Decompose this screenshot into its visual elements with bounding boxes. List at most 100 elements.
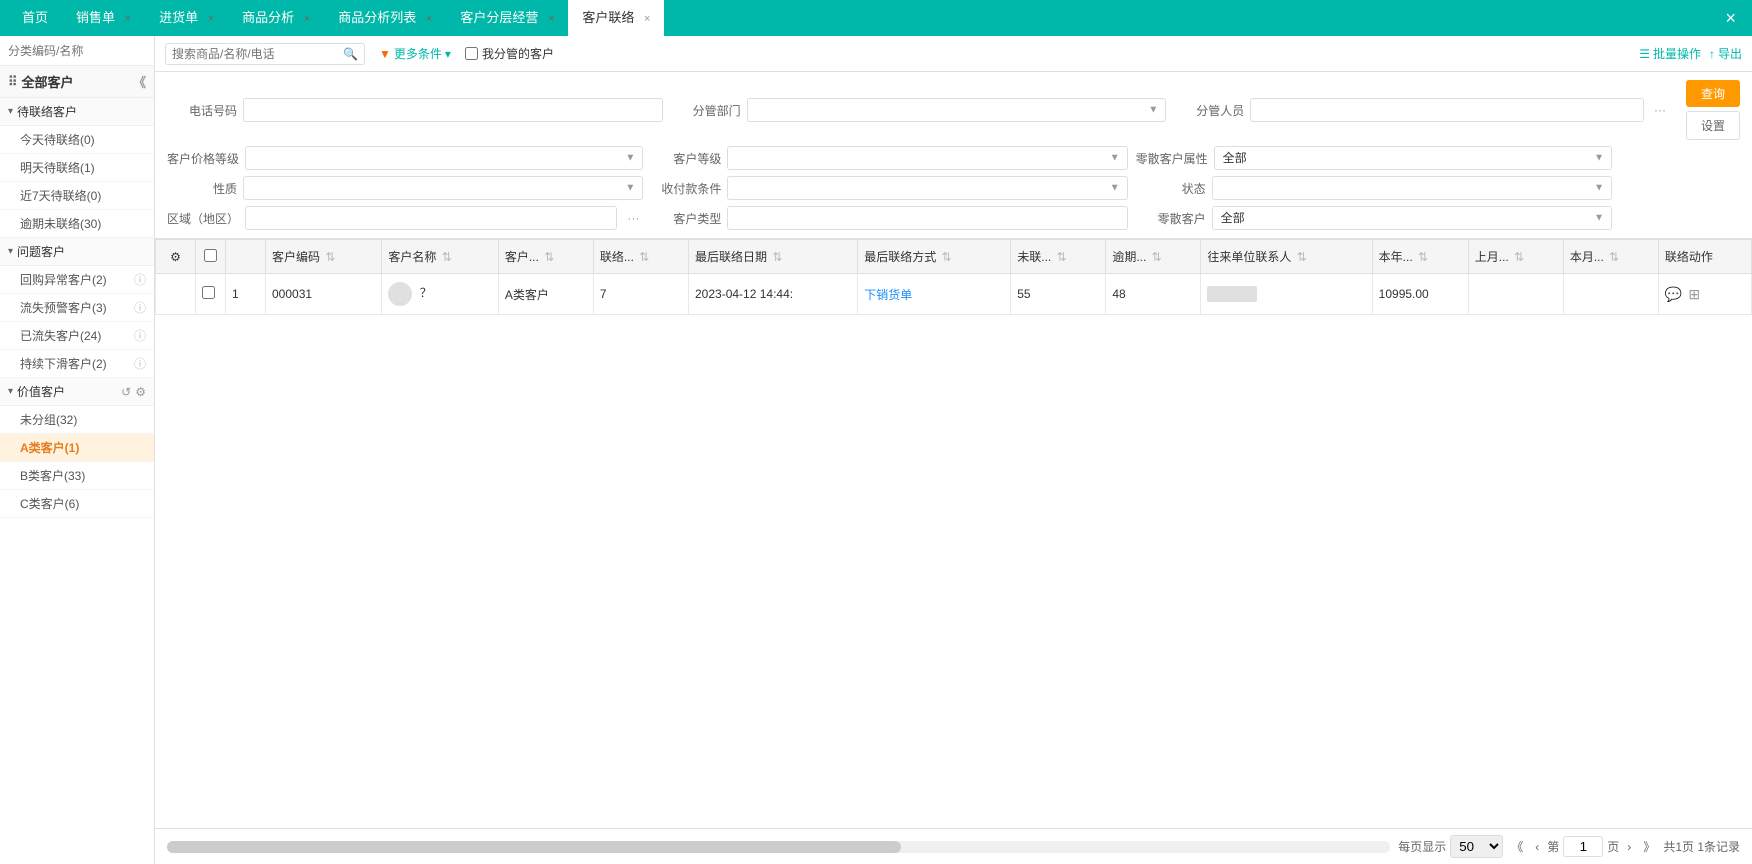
- filter-manager-input[interactable]: [1250, 98, 1644, 122]
- close-customer-contact-tab[interactable]: ×: [644, 13, 650, 25]
- row-last-month: [1468, 274, 1563, 315]
- refresh-icon[interactable]: ↺: [121, 385, 131, 399]
- batch-action-btn[interactable]: ☰ 批量操作: [1639, 45, 1701, 62]
- filter-status: 状态: [1136, 176, 1612, 200]
- col-contact[interactable]: 联络... ⇅: [593, 240, 688, 274]
- first-page-btn[interactable]: 《: [1507, 836, 1527, 857]
- col-uncontacted[interactable]: 未联... ⇅: [1011, 240, 1106, 274]
- filter-price-level-select[interactable]: [245, 146, 643, 170]
- row-checkbox[interactable]: [202, 286, 215, 299]
- value-customers-group[interactable]: ▾ 价值客户 ↺ ⚙: [0, 378, 154, 406]
- filter-department-select[interactable]: [747, 98, 1167, 122]
- settings-btn[interactable]: 设置: [1686, 111, 1740, 140]
- toolbar: 🔍 ▼ 更多条件 ▾ 我分管的客户 ☰ 批量操作 ↑ 导出: [155, 36, 1752, 72]
- horizontal-scrollbar[interactable]: [167, 841, 1390, 853]
- col-name[interactable]: 客户名称 ⇅: [382, 240, 498, 274]
- my-customers-checkbox-container[interactable]: 我分管的客户: [465, 45, 554, 62]
- filter-customer-type-input[interactable]: [727, 206, 1127, 230]
- nav-home[interactable]: 首页: [8, 0, 62, 36]
- last-page-btn[interactable]: 》: [1639, 836, 1659, 857]
- message-icon[interactable]: 💬: [1665, 286, 1682, 303]
- filter-status-select[interactable]: [1212, 176, 1612, 200]
- export-btn[interactable]: ↑ 导出: [1709, 45, 1742, 62]
- sidebar-item-tomorrow[interactable]: 明天待联络(1): [0, 154, 154, 182]
- filter-retail-attr: 零散客户属性 全部: [1136, 146, 1612, 170]
- data-table: ⚙ 客户编码 ⇅ 客户名称 ⇅ 客户... ⇅ 联络... ⇅ 最后联络日期 ⇅…: [155, 239, 1752, 315]
- filter-retail-customer-wrapper: 全部: [1212, 206, 1612, 230]
- close-purchase-tab[interactable]: ×: [208, 13, 214, 25]
- filter-payment-wrapper: [727, 176, 1127, 200]
- filter-phone-input[interactable]: [243, 98, 663, 122]
- sidebar-item-c-class[interactable]: C类客户(6): [0, 490, 154, 518]
- sidebar-item-churn-warning[interactable]: 流失预警客户(3) ⓘ: [0, 294, 154, 322]
- filter-nature-select[interactable]: [243, 176, 643, 200]
- sidebar-item-churned[interactable]: 已流失客户(24) ⓘ: [0, 322, 154, 350]
- filter-price-level-label: 客户价格等级: [167, 150, 239, 167]
- nav-product-analysis-list[interactable]: 商品分析列表 ×: [324, 0, 446, 36]
- sidebar-search-input[interactable]: [8, 44, 155, 58]
- qr-icon[interactable]: ⊞: [1688, 286, 1700, 303]
- close-product-analysis-tab[interactable]: ×: [304, 13, 310, 25]
- sort-icon-contact: ⇅: [639, 250, 649, 264]
- sidebar-collapse-btn[interactable]: 《: [133, 72, 146, 91]
- toolbar-search-input[interactable]: [172, 47, 343, 61]
- nav-purchase[interactable]: 进货单 ×: [145, 0, 228, 36]
- nav-customer-contact[interactable]: 客户联络 ×: [568, 0, 664, 36]
- filter-retail-attr-wrapper: 全部: [1214, 146, 1612, 170]
- problem-customers-group[interactable]: ▾ 问题客户: [0, 238, 154, 266]
- sort-icon-overdue: ⇅: [1152, 250, 1162, 264]
- col-last-month[interactable]: 上月... ⇅: [1468, 240, 1563, 274]
- sidebar-item-b-class[interactable]: B类客户(33): [0, 462, 154, 490]
- col-code[interactable]: 客户编码 ⇅: [266, 240, 382, 274]
- filter-retail-attr-select[interactable]: 全部: [1214, 146, 1612, 170]
- my-customers-checkbox[interactable]: [465, 47, 478, 60]
- settings-icon-value[interactable]: ⚙: [135, 385, 146, 399]
- next-page-btn[interactable]: ›: [1623, 838, 1635, 856]
- page-input[interactable]: [1563, 836, 1603, 857]
- toolbar-search-icon[interactable]: 🔍: [343, 47, 358, 61]
- col-last-date[interactable]: 最后联络日期 ⇅: [689, 240, 858, 274]
- filter-region-dots[interactable]: ···: [623, 211, 643, 225]
- nav-sales[interactable]: 销售单 ×: [62, 0, 145, 36]
- close-product-analysis-list-tab[interactable]: ×: [426, 13, 432, 25]
- filter-payment: 收付款条件: [651, 176, 1127, 200]
- query-btn[interactable]: 查询: [1686, 80, 1740, 107]
- more-filters-btn[interactable]: ▼ 更多条件 ▾: [373, 42, 457, 65]
- col-overdue[interactable]: 逾期... ⇅: [1106, 240, 1201, 274]
- row-last-method[interactable]: 下销货单: [858, 274, 1011, 315]
- col-settings[interactable]: ⚙: [156, 240, 196, 274]
- per-page-select[interactable]: 50 100: [1450, 835, 1503, 858]
- table-header-row: ⚙ 客户编码 ⇅ 客户名称 ⇅ 客户... ⇅ 联络... ⇅ 最后联络日期 ⇅…: [156, 240, 1752, 274]
- close-all-tabs[interactable]: ×: [1717, 8, 1744, 29]
- row-this-month: [1563, 274, 1658, 315]
- sidebar-item-ungroup[interactable]: 未分组(32): [0, 406, 154, 434]
- filter-nature: 性质: [167, 176, 643, 200]
- close-customer-stratification-tab[interactable]: ×: [548, 13, 554, 25]
- sidebar-item-week[interactable]: 近7天待联络(0): [0, 182, 154, 210]
- sidebar-item-today[interactable]: 今天待联络(0): [0, 126, 154, 154]
- nav-customer-stratification[interactable]: 客户分层经营 ×: [446, 0, 568, 36]
- filter-region-input[interactable]: [245, 206, 617, 230]
- nav-product-analysis[interactable]: 商品分析 ×: [228, 0, 324, 36]
- col-this-year[interactable]: 本年... ⇅: [1372, 240, 1468, 274]
- filter-row-3: 性质 收付款条件 状态: [167, 176, 1740, 200]
- row-name[interactable]: ？: [382, 274, 498, 315]
- sidebar-all-customers-header[interactable]: ⠿ 全部客户 《: [0, 66, 154, 98]
- filter-manager-dots[interactable]: ···: [1650, 103, 1670, 117]
- col-type[interactable]: 客户... ⇅: [498, 240, 593, 274]
- sidebar-item-a-class[interactable]: A类客户(1): [0, 434, 154, 462]
- sidebar-item-overdue[interactable]: 逾期未联络(30): [0, 210, 154, 238]
- filter-payment-select[interactable]: [727, 176, 1127, 200]
- col-company-contact[interactable]: 往来单位联系人 ⇅: [1201, 240, 1372, 274]
- close-sales-tab[interactable]: ×: [125, 13, 131, 25]
- sidebar-item-repurchase-abnormal[interactable]: 回购异常客户(2) ⓘ: [0, 266, 154, 294]
- col-this-month[interactable]: 本月... ⇅: [1563, 240, 1658, 274]
- select-all-checkbox[interactable]: [204, 249, 217, 262]
- pending-contact-group[interactable]: ▾ 待联络客户: [0, 98, 154, 126]
- col-last-method[interactable]: 最后联络方式 ⇅: [858, 240, 1011, 274]
- prev-page-btn[interactable]: ‹: [1531, 838, 1543, 856]
- sidebar-item-declining[interactable]: 持续下滑客户(2) ⓘ: [0, 350, 154, 378]
- filter-customer-level-label: 客户等级: [651, 150, 721, 167]
- filter-retail-customer-select[interactable]: 全部: [1212, 206, 1612, 230]
- filter-customer-level-select[interactable]: [727, 146, 1127, 170]
